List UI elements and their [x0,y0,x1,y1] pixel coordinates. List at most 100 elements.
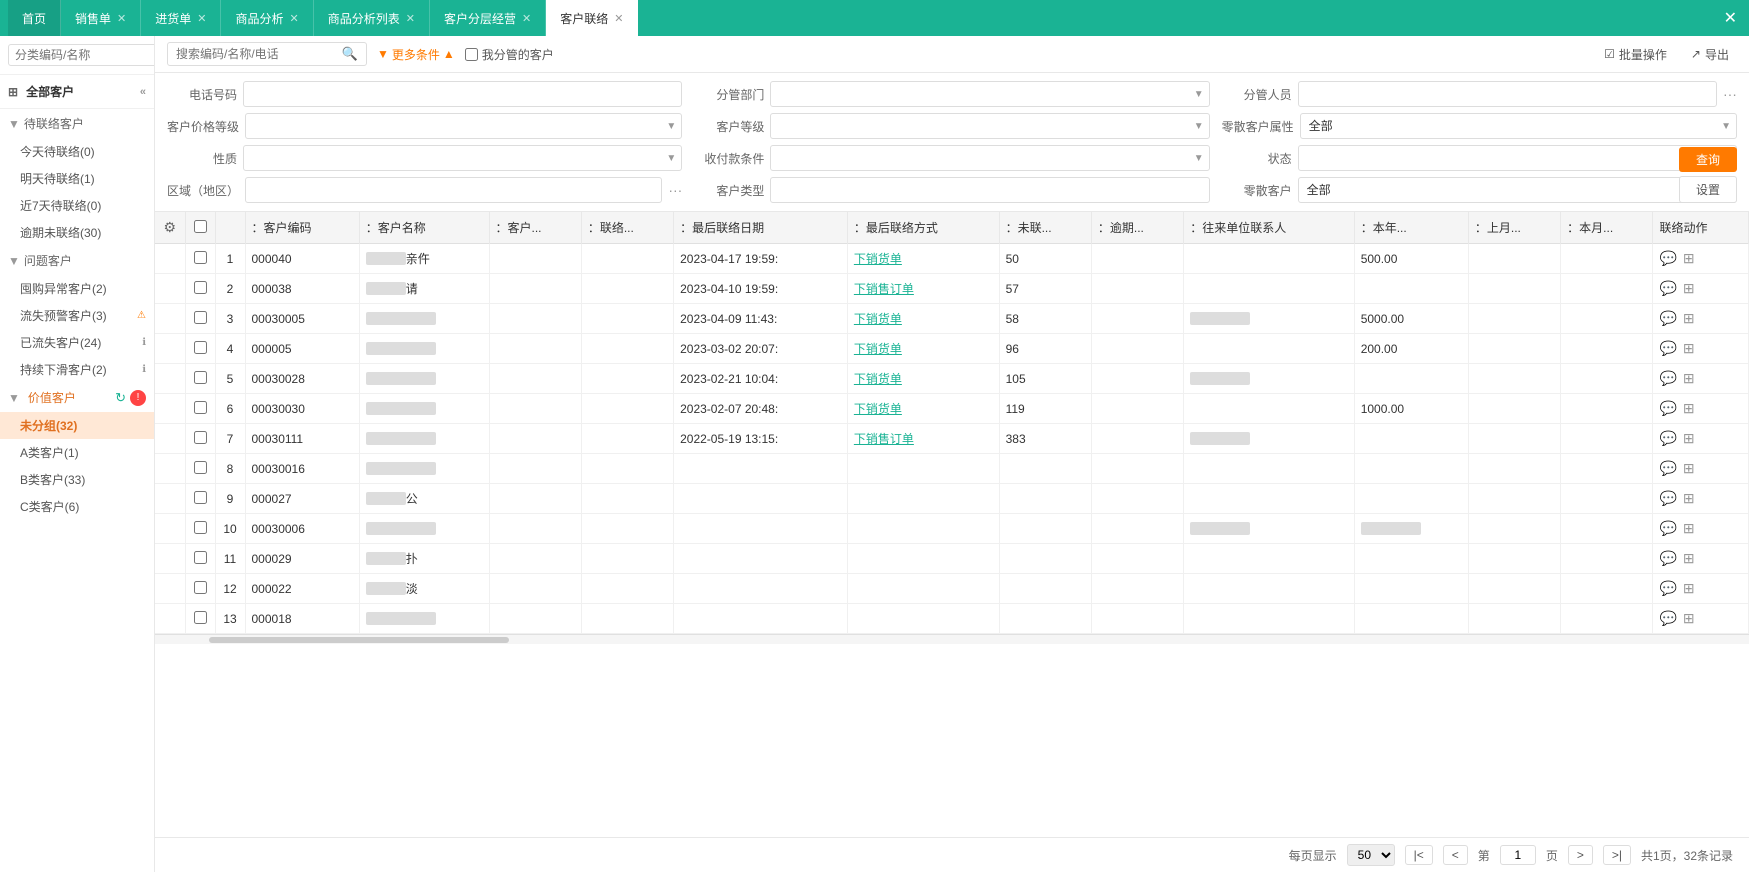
tab-customer-contact-close[interactable]: ✕ [614,12,623,25]
last-contact-type-cell[interactable]: 下销货单 [847,334,999,364]
grid-action-icon[interactable]: ⊞ [1683,580,1695,597]
checkbox-cell[interactable] [185,454,215,484]
last-contact-date-col-header[interactable]: ：最后联络日期 [674,212,848,244]
prev-page-btn[interactable]: < [1443,845,1468,865]
checkbox-cell[interactable] [185,274,215,304]
message-action-icon[interactable]: 💬 [1659,250,1676,267]
more-icon[interactable]: ··· [1723,86,1737,102]
row-checkbox[interactable] [194,311,207,324]
sidebar-item-churn-warning[interactable]: 流失预警客户(3) ⚠ [0,302,154,329]
more-icon2[interactable]: ··· [668,182,682,198]
last-contact-type-cell[interactable] [847,574,999,604]
unit-contact-col-header[interactable]: ：往来单位联系人 [1184,212,1355,244]
tab-home[interactable]: 首页 [8,0,61,36]
tab-product-analysis[interactable]: 商品分析 ✕ [221,0,313,36]
sidebar-item-hoarding[interactable]: 囤购异常客户(2) [0,275,154,302]
last-contact-type-cell[interactable]: 下销货单 [847,394,999,424]
last-contact-type-cell[interactable] [847,604,999,634]
checkbox-cell[interactable] [185,304,215,334]
sparse-select[interactable]: 全部 [1298,177,1737,203]
value-customers-group[interactable]: ▼ 价值客户 ↻ ! [0,383,154,412]
tab-product-analysis-close[interactable]: ✕ [290,12,299,25]
sidebar-item-today-contact[interactable]: 今天待联络(0) [0,138,154,165]
message-action-icon[interactable]: 💬 [1659,490,1676,507]
sidebar-item-unclassified[interactable]: 未分组(32) [0,412,154,439]
last-contact-type-cell[interactable] [847,514,999,544]
overdue-col-header[interactable]: ：逾期... [1091,212,1183,244]
status-select[interactable] [1298,145,1737,171]
scroll-thumb[interactable] [209,637,509,643]
row-checkbox[interactable] [194,401,207,414]
grid-action-icon[interactable]: ⊞ [1683,550,1695,567]
customer-level-select[interactable] [770,113,1209,139]
last-contact-type-col-header[interactable]: ：最后联络方式 [847,212,999,244]
nature-select[interactable] [243,145,682,171]
checkbox-col-header[interactable] [185,212,215,244]
grid-action-icon[interactable]: ⊞ [1683,490,1695,507]
tab-customer-contact[interactable]: 客户联络 ✕ [546,0,638,36]
message-action-icon[interactable]: 💬 [1659,370,1676,387]
settings-col-header[interactable]: ⚙ [155,212,185,244]
customer-type-input[interactable] [770,177,1209,203]
grid-action-icon[interactable]: ⊞ [1683,400,1695,417]
checkbox-cell[interactable] [185,544,215,574]
search-icon[interactable]: 🔍 [342,46,358,62]
tab-sales[interactable]: 销售单 ✕ [61,0,141,36]
sidebar-item-churned[interactable]: 已流失客户(24) ℹ [0,329,154,356]
row-checkbox[interactable] [194,341,207,354]
checkbox-cell[interactable] [185,604,215,634]
tab-product-analysis-list-close[interactable]: ✕ [406,12,415,25]
row-checkbox[interactable] [194,431,207,444]
region-input[interactable] [245,177,662,203]
message-action-icon[interactable]: 💬 [1659,430,1676,447]
last-contact-type-cell[interactable]: 下销售订单 [847,274,999,304]
message-action-icon[interactable]: 💬 [1659,460,1676,477]
phone-input[interactable] [243,81,682,107]
refresh-icon[interactable]: ↻ [115,390,126,406]
row-checkbox[interactable] [194,581,207,594]
sidebar-item-class-c[interactable]: C类客户(6) [0,493,154,520]
checkbox-cell[interactable] [185,424,215,454]
last-contact-type-cell[interactable] [847,484,999,514]
row-checkbox[interactable] [194,461,207,474]
message-action-icon[interactable]: 💬 [1659,580,1676,597]
grid-action-icon[interactable]: ⊞ [1683,520,1695,537]
last-contact-type-cell[interactable]: 下销货单 [847,364,999,394]
message-action-icon[interactable]: 💬 [1659,340,1676,357]
tab-customer-segmentation[interactable]: 客户分层经营 ✕ [430,0,546,36]
checkbox-cell[interactable] [185,394,215,424]
this-month-col-header[interactable]: ：本月... [1561,212,1653,244]
code-col-header[interactable]: ：客户编码 [245,212,359,244]
payment-select[interactable] [770,145,1209,171]
settings-icon[interactable]: ⚙ [163,219,176,235]
row-checkbox[interactable] [194,491,207,504]
sparse-attr-select[interactable]: 全部 [1300,113,1737,139]
message-action-icon[interactable]: 💬 [1659,520,1676,537]
sidebar-collapse-icon[interactable]: « [140,86,146,98]
page-input[interactable] [1500,845,1536,865]
name-col-header[interactable]: ：客户名称 [359,212,489,244]
manager-input[interactable] [1298,81,1717,107]
batch-ops-btn[interactable]: ☑ 批量操作 [1596,43,1675,66]
no-contact-col-header[interactable]: ：未联... [999,212,1091,244]
query-button[interactable]: 查询 [1679,147,1737,172]
row-checkbox[interactable] [194,281,207,294]
sidebar-search-input[interactable] [8,44,155,66]
grid-action-icon[interactable]: ⊞ [1683,610,1695,627]
export-btn[interactable]: ↗ 导出 [1683,43,1737,66]
row-checkbox[interactable] [194,551,207,564]
last-contact-type-cell[interactable] [847,454,999,484]
checkbox-cell[interactable] [185,244,215,274]
last-contact-type-cell[interactable]: 下销货单 [847,244,999,274]
contact-col-header[interactable]: ：联络... [581,212,673,244]
checkbox-cell[interactable] [185,364,215,394]
last-contact-type-cell[interactable]: 下销售订单 [847,424,999,454]
search-input[interactable] [176,47,342,61]
message-action-icon[interactable]: 💬 [1659,610,1676,627]
tab-purchase-close[interactable]: ✕ [197,12,206,25]
tab-product-analysis-list[interactable]: 商品分析列表 ✕ [314,0,430,36]
message-action-icon[interactable]: 💬 [1659,310,1676,327]
message-action-icon[interactable]: 💬 [1659,550,1676,567]
grid-action-icon[interactable]: ⊞ [1683,280,1695,297]
type-col-header[interactable]: ：客户... [489,212,581,244]
